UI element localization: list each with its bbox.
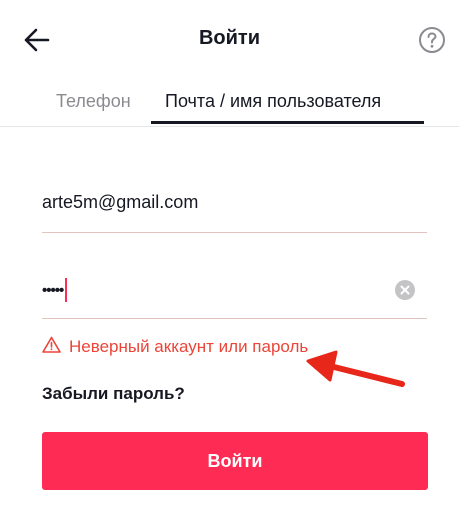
clear-icon[interactable] xyxy=(395,280,415,300)
email-field[interactable]: arte5m@gmail.com xyxy=(42,180,427,233)
login-tabs: Телефон Почта / имя пользователя xyxy=(0,80,459,127)
password-input[interactable]: ••••• xyxy=(42,276,68,304)
password-masked-value: ••••• xyxy=(42,281,64,299)
password-field[interactable]: ••••• xyxy=(42,266,427,319)
tab-email-username[interactable]: Почта / имя пользователя xyxy=(165,91,381,112)
error-text: Неверный аккаунт или пароль xyxy=(69,337,309,356)
warning-icon xyxy=(42,336,61,358)
email-input-value[interactable]: arte5m@gmail.com xyxy=(42,192,198,213)
tab-phone[interactable]: Телефон xyxy=(56,91,131,112)
help-icon[interactable] xyxy=(418,26,446,54)
text-cursor xyxy=(65,278,68,302)
login-button[interactable]: Войти xyxy=(42,432,428,490)
active-tab-indicator xyxy=(151,121,424,124)
page-title: Войти xyxy=(198,27,261,49)
error-message: Неверный аккаунт или пароль xyxy=(42,336,308,358)
forgot-password-link[interactable]: Забыли пароль? xyxy=(42,384,185,404)
header: Войти xyxy=(0,0,459,80)
